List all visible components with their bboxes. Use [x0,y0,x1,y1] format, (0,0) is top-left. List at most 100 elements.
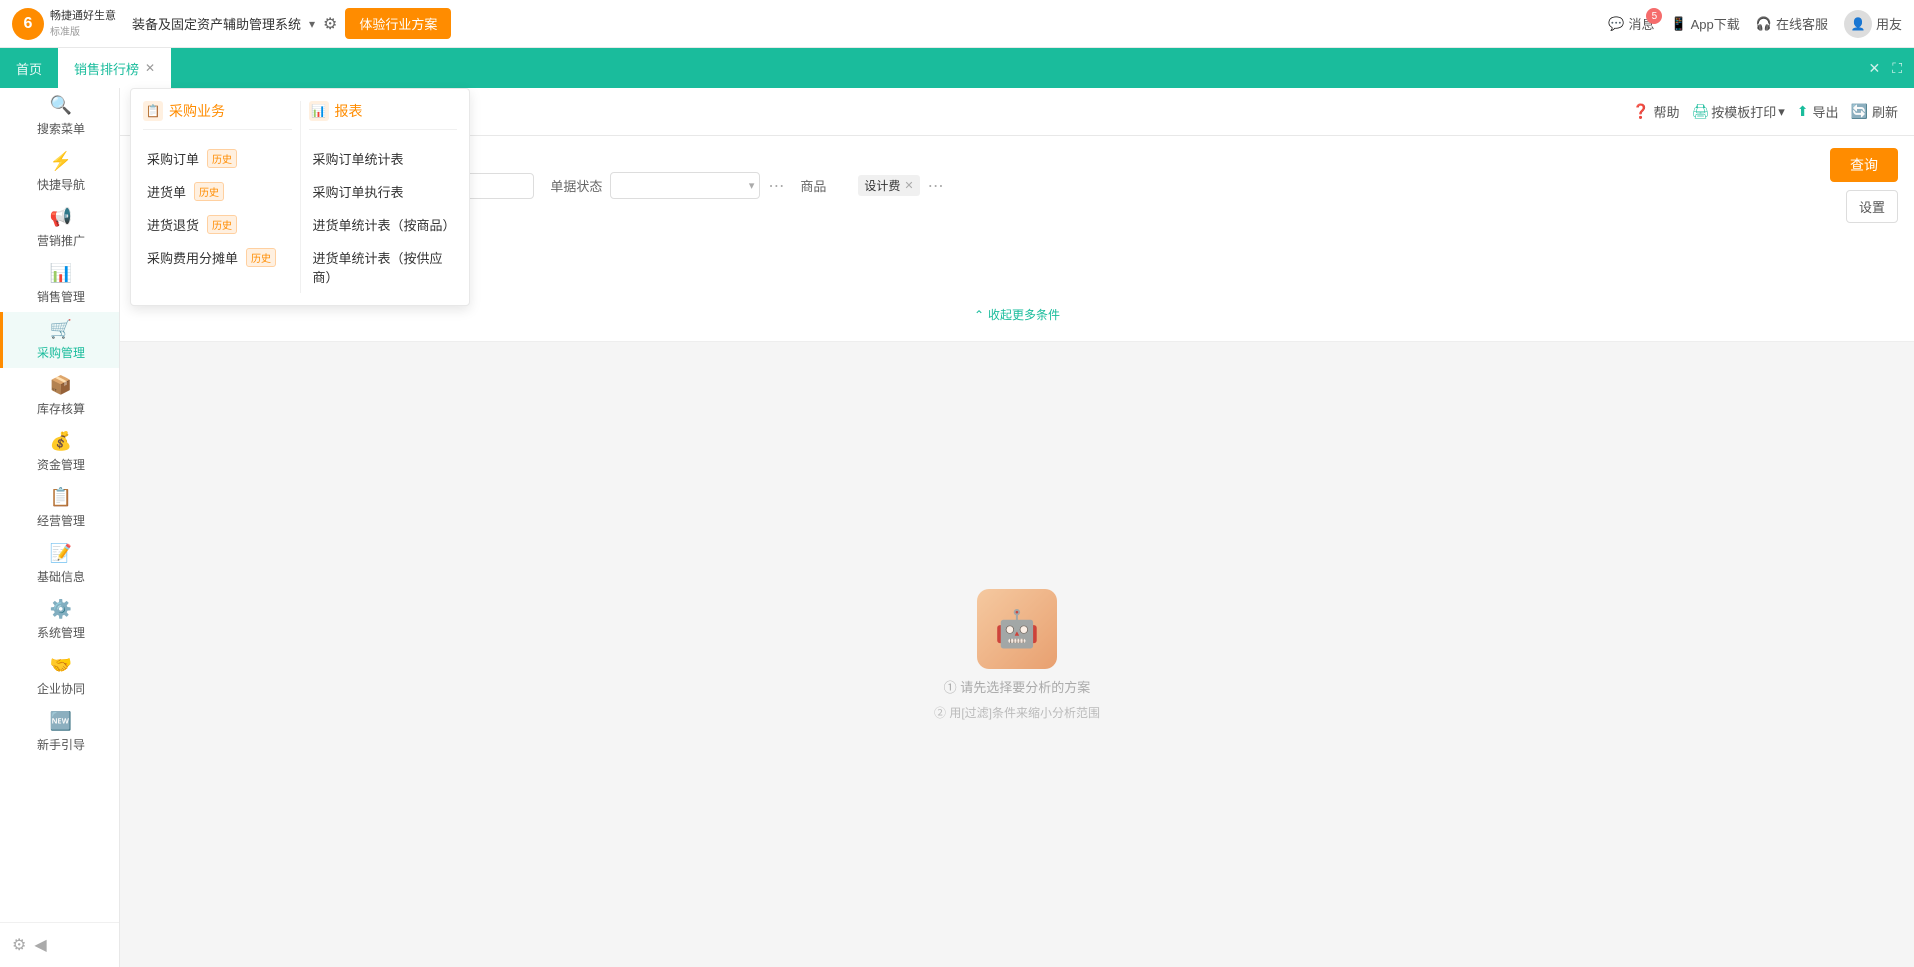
sidebar-label-basicinfo: 基础信息 [37,568,85,585]
header-center: 装备及固定资产辅助管理系统 ▾ ⚙ 体验行业方案 [132,8,1608,39]
tab-sales-rank[interactable]: 销售排行榜 ✕ [58,48,171,88]
sidebar-item-enterprise[interactable]: 🤝 企业协同 [0,648,119,704]
sidebar-item-search[interactable]: 🔍 搜索菜单 [0,88,119,144]
sidebar-item-quick-nav[interactable]: ⚡ 快捷导航 [0,144,119,200]
home-tab-label: 首页 [16,59,42,78]
sidebar-label-funds: 资金管理 [37,456,85,473]
collapse-arrow-icon: ⌃ [974,308,984,322]
messages-badge: 5 [1646,8,1662,24]
sidebar-label-marketing: 营销推广 [37,232,85,249]
empty-hint-2: ② 用[过滤]条件来缩小分析范围 [934,704,1100,721]
sidebar-label-guide: 新手引导 [37,736,85,753]
print-btn[interactable]: 🖨 按模板打印 ▾ [1691,102,1784,121]
menu-item-return[interactable]: 进货退货 历史 [143,208,292,241]
inbound-stats-supplier-label: 进货单统计表（按供应商） [313,248,454,286]
sidebar-item-basic-info[interactable]: 📝 基础信息 [0,536,119,592]
menu-item-inbound[interactable]: 进货单 历史 [143,175,292,208]
header-right: 💬 消息 5 📱 App下载 🎧 在线客服 👤 用友 [1608,10,1902,38]
header-settings-btn[interactable]: ⚙ [323,14,337,34]
purchase-order-label: 采购订单 [147,149,199,168]
filter-goods: 商品 设计费 ✕ ⋯ [800,175,980,196]
sidebar-item-system[interactable]: ⚙️ 系统管理 [0,592,119,648]
doc-status-more-btn[interactable]: ⋯ [768,176,784,196]
industry-btn[interactable]: 体验行业方案 [345,8,451,39]
app-download-btn[interactable]: 📱 App下载 [1670,14,1739,33]
procurement-dropdown: 📋 采购业务 采购订单 历史 进货单 历史 进货退货 历史 采购费用分摊单 历史 [130,88,470,306]
dropdown-cols: 📋 采购业务 采购订单 历史 进货单 历史 进货退货 历史 采购费用分摊单 历史 [143,101,457,293]
sidebar-item-inventory[interactable]: 📦 库存核算 [0,368,119,424]
export-btn[interactable]: ⬆ 导出 [1797,102,1839,121]
goods-tag: 设计费 ✕ [858,175,919,196]
menu-item-cost-alloc[interactable]: 采购费用分摊单 历史 [143,241,292,274]
help-btn[interactable]: ❓ 帮助 [1632,102,1679,121]
query-btn[interactable]: 查询 [1830,148,1898,182]
messages-btn[interactable]: 💬 消息 5 [1608,14,1654,33]
sidebar-settings-btn[interactable]: ⚙ [12,935,26,955]
menu-item-po-stats[interactable]: 采购订单统计表 [309,142,458,175]
reports-col-icon: 📊 [309,101,329,121]
top-header: 6 畅捷通好生意 标准版 装备及固定资产辅助管理系统 ▾ ⚙ 体验行业方案 💬 … [0,0,1914,48]
sidebar-label-operations: 经营管理 [37,512,85,529]
logo-icon: 6 [12,8,44,40]
menu-item-purchase-order[interactable]: 采购订单 历史 [143,142,292,175]
brand-badge: 标准版 [50,23,116,38]
sidebar-label-sales: 销售管理 [37,288,85,305]
online-service-btn[interactable]: 🎧 在线客服 [1756,14,1828,33]
sidebar-item-marketing[interactable]: 📢 营销推广 [0,200,119,256]
sidebar-label-enterprise: 企业协同 [37,680,85,697]
message-icon: 💬 [1608,16,1624,32]
return-label: 进货退货 [147,215,199,234]
tab-bar: 首页 销售排行榜 ✕ ✕ ⛶ [0,48,1914,88]
system-icon: ⚙️ [50,599,72,620]
sidebar-label-quicknav: 快捷导航 [37,176,85,193]
sidebar: 🔍 搜索菜单 ⚡ 快捷导航 📢 营销推广 📊 销售管理 🛒 采购管理 📦 库存核… [0,88,120,967]
menu-item-inbound-stats-supplier[interactable]: 进货单统计表（按供应商） [309,241,458,293]
menu-item-inbound-stats-product[interactable]: 进货单统计表（按商品） [309,208,458,241]
sidebar-label-search: 搜索菜单 [37,120,85,137]
sidebar-item-funds[interactable]: 💰 资金管理 [0,424,119,480]
refresh-btn[interactable]: 🔄 刷新 [1851,102,1898,121]
sidebar-item-procurement[interactable]: 🛒 采购管理 [0,312,119,368]
cost-alloc-history-badge: 历史 [246,248,276,267]
goods-more-btn[interactable]: ⋯ [928,176,944,196]
user-avatar: 👤 [1844,10,1872,38]
goods-tag-close[interactable]: ✕ [904,179,913,192]
basic-info-icon: 📝 [50,543,72,564]
logo-area: 6 畅捷通好生意 标准版 [12,8,132,40]
doc-status-select[interactable] [610,172,760,199]
filter-settings-btn[interactable]: 设置 [1846,190,1898,223]
sys-dropdown-btn[interactable]: ▾ [309,17,315,31]
print-dropdown-arrow: ▾ [1778,104,1785,120]
window-close-btn[interactable]: ✕ [1868,60,1880,77]
cost-alloc-label: 采购费用分摊单 [147,248,238,267]
doc-status-select-wrap [610,172,760,199]
headset-icon: 🎧 [1756,16,1772,32]
goods-label: 商品 [800,176,850,195]
window-maximize-btn[interactable]: ⛶ [1892,60,1902,77]
purchase-order-history-badge: 历史 [207,149,237,168]
sidebar-collapse-btn[interactable]: ◀ [34,935,46,955]
marketing-icon: 📢 [50,207,72,228]
inbound-stats-product-label: 进货单统计表（按商品） [313,215,454,234]
refresh-icon: 🔄 [1851,103,1868,120]
empty-hint-1: ① 请先选择要分析的方案 [944,677,1091,696]
procurement-icon: 🛒 [50,319,72,340]
dropdown-col-header-procurement: 📋 采购业务 [143,101,292,130]
tab-home[interactable]: 首页 [0,48,58,88]
enterprise-icon: 🤝 [50,655,72,676]
sidebar-item-guide[interactable]: 🆕 新手引导 [0,704,119,760]
brand-name: 畅捷通好生意 [50,9,116,23]
doc-status-label: 单据状态 [550,176,602,195]
tab-close-btn[interactable]: ✕ [145,61,155,75]
sidebar-item-operations[interactable]: 📋 经营管理 [0,480,119,536]
menu-item-po-exec[interactable]: 采购订单执行表 [309,175,458,208]
sidebar-item-sales[interactable]: 📊 销售管理 [0,256,119,312]
col-divider [300,101,301,293]
operations-icon: 📋 [50,487,72,508]
search-icon: 🔍 [50,95,72,116]
user-menu-btn[interactable]: 👤 用友 [1844,10,1902,38]
print-icon: 🖨 [1691,103,1709,120]
quick-nav-icon: ⚡ [50,151,72,172]
return-history-badge: 历史 [207,215,237,234]
inbound-history-badge: 历史 [194,182,224,201]
